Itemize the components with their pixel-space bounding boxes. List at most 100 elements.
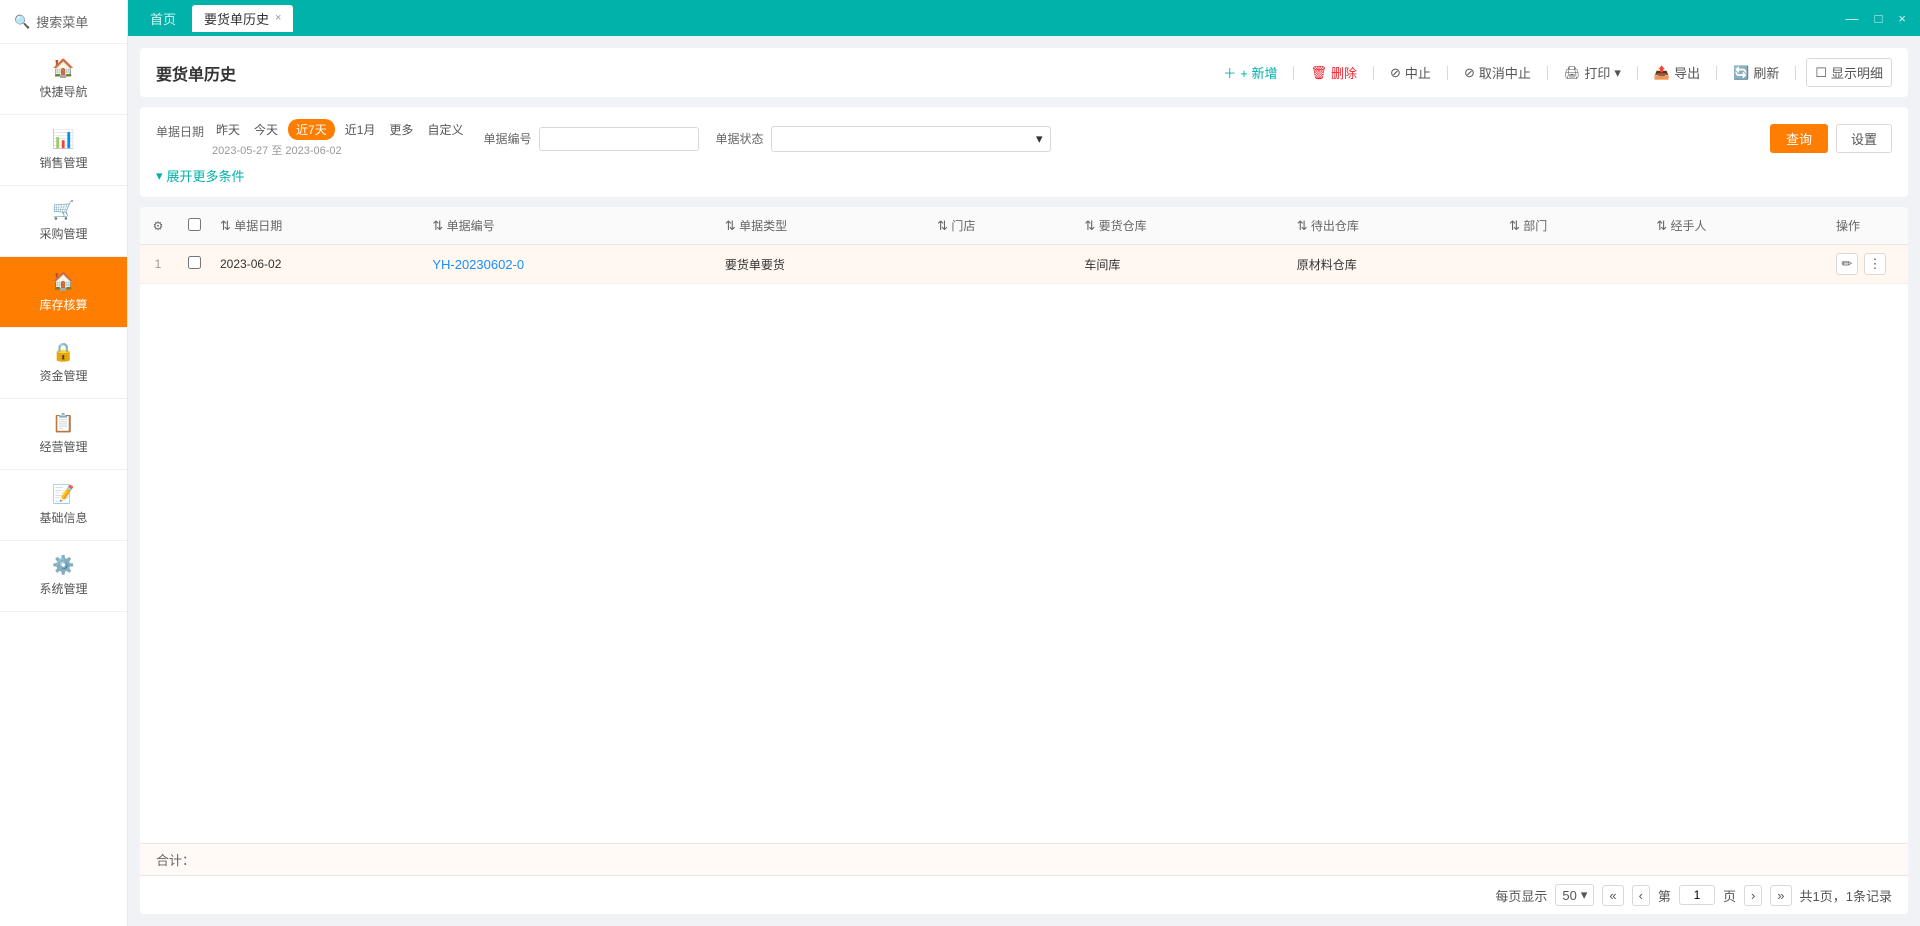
col-pending-wh-icon: ⇅	[1297, 218, 1308, 233]
export-icon: 📤	[1654, 65, 1670, 81]
sidebar-item-inventory[interactable]: 🏠 库存核算	[0, 257, 127, 328]
select-all-checkbox[interactable]	[188, 218, 201, 231]
export-button[interactable]: 📤 导出	[1648, 59, 1706, 86]
display-detail-button[interactable]: ☐ 显示明细	[1806, 58, 1892, 87]
new-icon: ＋	[1223, 63, 1236, 82]
tab-home[interactable]: 首页	[138, 5, 188, 32]
delete-icon: 🗑	[1310, 65, 1327, 81]
first-page-button[interactable]: «	[1602, 885, 1623, 906]
search-icon: 🔍	[14, 14, 30, 30]
divider	[1795, 66, 1796, 80]
row-checkbox[interactable]	[188, 256, 201, 269]
divider	[1716, 66, 1717, 80]
cell-dept	[1501, 245, 1648, 284]
filter-row: 单据日期 昨天 今天 近7天 近1月 更多 自定义 2023-05-27 至 2…	[156, 119, 1892, 158]
col-dept-icon: ⇅	[1509, 218, 1520, 233]
cell-no: YH-20230602-0	[424, 245, 717, 284]
stop-label: 中止	[1405, 63, 1431, 82]
doc-no-filter-group: 单据编号	[483, 127, 699, 151]
col-type[interactable]: ⇅ 单据类型	[717, 207, 929, 245]
sidebar-item-label: 基础信息	[39, 509, 87, 526]
status-select[interactable]: ▾	[771, 126, 1051, 152]
shortcut-custom[interactable]: 自定义	[423, 120, 467, 139]
sidebar-item-operation[interactable]: 📋 经营管理	[0, 399, 127, 470]
status-select-arrow: ▾	[1036, 131, 1043, 147]
page-size-arrow: ▾	[1581, 887, 1588, 903]
tab-close-icon[interactable]: ×	[275, 12, 281, 24]
date-filter-label: 单据日期	[156, 123, 204, 140]
shortcut-1month[interactable]: 近1月	[341, 120, 380, 139]
doc-no-link[interactable]: YH-20230602-0	[432, 257, 524, 272]
page-suffix: 页	[1723, 886, 1736, 905]
print-button[interactable]: 🖨 打印 ▾	[1558, 59, 1627, 86]
cell-checkbox[interactable]	[176, 245, 212, 284]
cell-ops: ✏ ⋮	[1828, 245, 1908, 284]
row-more-button[interactable]: ⋮	[1864, 253, 1886, 275]
table-body: 1 2023-06-02 YH-20230602-0 要货单要货 车间库 原材料…	[140, 245, 1908, 284]
sidebar-item-system[interactable]: ⚙️ 系统管理	[0, 541, 127, 612]
sidebar-item-label: 快捷导航	[39, 83, 87, 100]
delete-button[interactable]: 🗑 删除	[1304, 59, 1363, 86]
sidebar-item-finance[interactable]: 🔒 资金管理	[0, 328, 127, 399]
sidebar-search[interactable]: 🔍 搜索菜单	[0, 0, 127, 44]
col-type-icon: ⇅	[725, 218, 736, 233]
doc-no-label: 单据编号	[483, 130, 531, 147]
shortcut-yesterday[interactable]: 昨天	[212, 120, 244, 139]
cell-req-wh: 车间库	[1076, 245, 1288, 284]
minimize-icon[interactable]: —	[1842, 7, 1863, 30]
sidebar-search-label: 搜索菜单	[36, 12, 88, 31]
settings-button[interactable]: 设置	[1836, 124, 1892, 153]
tab-home-label: 首页	[150, 9, 176, 28]
expand-filter-button[interactable]: ▾ 展开更多条件	[156, 166, 1892, 185]
page-header: 要货单历史 ＋ + 新增 🗑 删除 ⊘ 中止 ⊘	[140, 48, 1908, 97]
sidebar-item-purchase[interactable]: 🛒 采购管理	[0, 186, 127, 257]
tab-active[interactable]: 要货单历史 ×	[192, 5, 293, 32]
row-ops-group: ✏ ⋮	[1836, 253, 1900, 275]
divider	[1637, 66, 1638, 80]
action-buttons: 查询 设置	[1770, 124, 1892, 153]
query-button[interactable]: 查询	[1770, 124, 1828, 153]
divider	[1447, 66, 1448, 80]
date-range-display: 2023-05-27 至 2023-06-02	[212, 142, 467, 158]
cancel-stop-button[interactable]: ⊘ 取消中止	[1458, 59, 1537, 86]
print-icon: 🖨	[1564, 65, 1581, 81]
page-number-input[interactable]	[1679, 885, 1715, 905]
page-title: 要货单历史	[156, 61, 236, 85]
table-container: ⚙ ⇅ 单据日期 ⇅ 单据编号 ⇅ 单据类型 ⇅ 门店 ⇅ 要货仓库 ⇅ 待出仓…	[140, 207, 1908, 843]
stop-button[interactable]: ⊘ 中止	[1384, 59, 1437, 86]
inventory-icon: 🏠	[52, 271, 74, 292]
col-dept[interactable]: ⇅ 部门	[1501, 207, 1648, 245]
next-page-button[interactable]: ›	[1744, 885, 1762, 906]
shortcut-today[interactable]: 今天	[250, 120, 282, 139]
col-no[interactable]: ⇅ 单据编号	[424, 207, 717, 245]
gear-icon: ⚙️	[52, 555, 74, 576]
sidebar-item-quick-nav[interactable]: 🏠 快捷导航	[0, 44, 127, 115]
close-icon[interactable]: ×	[1894, 7, 1910, 30]
cancel-stop-icon: ⊘	[1464, 65, 1475, 81]
col-pending-wh[interactable]: ⇅ 待出仓库	[1289, 207, 1501, 245]
col-date[interactable]: ⇅ 单据日期	[212, 207, 424, 245]
col-store[interactable]: ⇅ 门店	[929, 207, 1076, 245]
col-settings[interactable]: ⚙	[140, 207, 176, 245]
col-req-wh[interactable]: ⇅ 要货仓库	[1076, 207, 1288, 245]
col-checkbox[interactable]	[176, 207, 212, 245]
maximize-icon[interactable]: □	[1871, 7, 1887, 30]
col-handler[interactable]: ⇅ 经手人	[1648, 207, 1828, 245]
date-shortcuts-group: 昨天 今天 近7天 近1月 更多 自定义 2023-05-27 至 2023-0…	[212, 119, 467, 158]
cell-settings: 1	[140, 245, 176, 284]
new-button[interactable]: ＋ + 新增	[1217, 59, 1283, 86]
display-detail-label: 显示明细	[1831, 63, 1883, 82]
sidebar-item-sales[interactable]: 📊 销售管理	[0, 115, 127, 186]
refresh-button[interactable]: 🔄 刷新	[1727, 59, 1785, 86]
row-edit-button[interactable]: ✏	[1836, 253, 1858, 275]
sidebar-item-basic[interactable]: 📝 基础信息	[0, 470, 127, 541]
top-tabs-bar: 首页 要货单历史 × — □ ×	[128, 0, 1920, 36]
last-page-button[interactable]: »	[1770, 885, 1791, 906]
page-size-select[interactable]: 50 ▾	[1555, 884, 1594, 906]
prev-page-button[interactable]: ‹	[1632, 885, 1650, 906]
data-table: ⚙ ⇅ 单据日期 ⇅ 单据编号 ⇅ 单据类型 ⇅ 门店 ⇅ 要货仓库 ⇅ 待出仓…	[140, 207, 1908, 284]
shortcut-more[interactable]: 更多	[385, 120, 417, 139]
shortcut-7days[interactable]: 近7天	[288, 119, 335, 140]
doc-no-input[interactable]	[539, 127, 699, 151]
sidebar-item-label: 库存核算	[39, 296, 87, 313]
